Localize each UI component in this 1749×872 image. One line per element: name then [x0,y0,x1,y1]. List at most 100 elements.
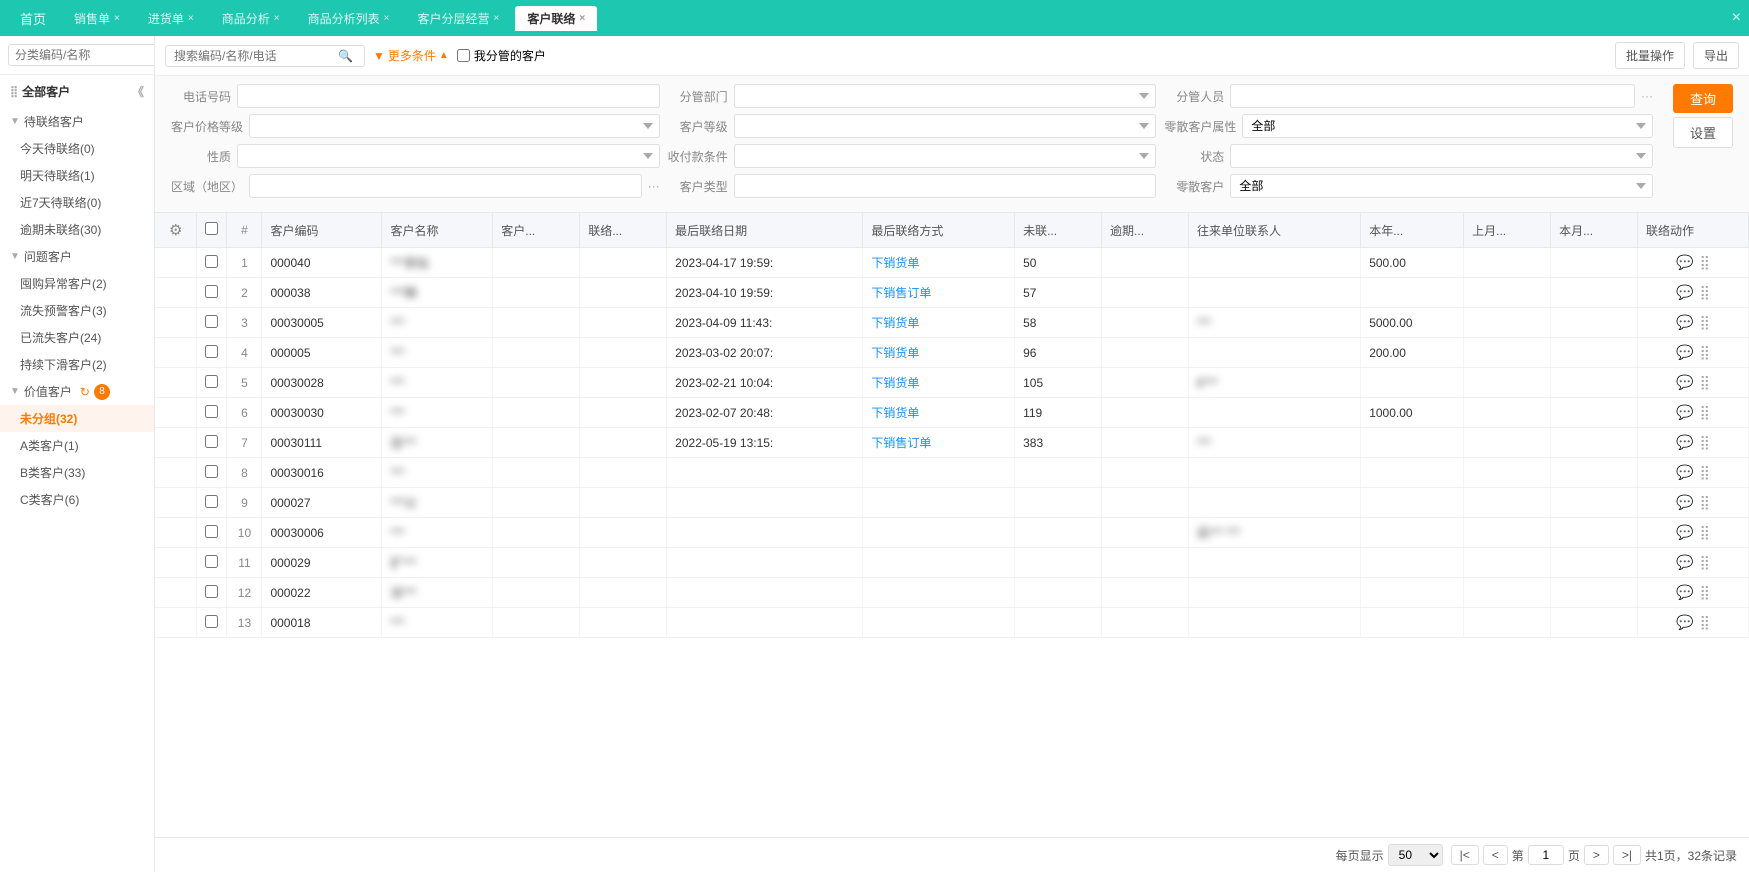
row-checkbox[interactable] [205,585,218,598]
sidebar-problem-customers-group[interactable]: ▼ 问题客户 [0,243,154,270]
my-customers-checkbox[interactable]: 我分管的客户 [457,47,546,64]
td-last-method[interactable]: 下销售订单 [863,428,1015,458]
chat-icon[interactable]: 💬 [1676,554,1693,571]
td-check[interactable] [197,308,227,338]
chat-icon[interactable]: 💬 [1676,404,1693,421]
td-check[interactable] [197,368,227,398]
person-more-icon[interactable]: ··· [1641,89,1653,103]
window-close-button[interactable]: × [1732,9,1741,27]
td-check[interactable] [197,428,227,458]
price-level-select[interactable] [249,114,660,138]
td-check[interactable] [197,398,227,428]
sidebar-item-abnormal[interactable]: 囤购异常客户(2) [0,270,154,297]
grid-action-icon[interactable]: ⣿ [1700,344,1710,361]
td-last-method[interactable] [863,578,1015,608]
payment-select[interactable] [734,144,1157,168]
table-settings-button[interactable]: ⚙ [163,219,188,241]
td-last-method[interactable]: 下销货单 [863,338,1015,368]
grid-action-icon[interactable]: ⣿ [1700,494,1710,511]
sidebar-pending-contact-group[interactable]: ▼ 待联络客户 [0,108,154,135]
th-settings[interactable]: ⚙ [155,213,197,248]
area-input[interactable] [249,174,642,198]
nav-tab-customer-contact[interactable]: 客户联络 × [515,6,597,31]
sidebar-item-7days[interactable]: 近7天待联络(0) [0,189,154,216]
customer-type-input[interactable] [734,174,1157,198]
prev-page-button[interactable]: < [1483,845,1508,865]
row-checkbox[interactable] [205,555,218,568]
td-check[interactable] [197,548,227,578]
td-last-method[interactable]: 下销货单 [863,368,1015,398]
nav-tab-analysis[interactable]: 商品分析 × [210,6,292,31]
sidebar-item-declining[interactable]: 持续下滑客户(2) [0,351,154,378]
nav-home[interactable]: 首页 [8,5,58,32]
reset-button[interactable]: 设置 [1673,117,1733,148]
td-check[interactable] [197,608,227,638]
chat-icon[interactable]: 💬 [1676,344,1693,361]
td-last-method[interactable] [863,518,1015,548]
dept-select[interactable] [734,84,1157,108]
page-input[interactable] [1528,845,1564,865]
grid-action-icon[interactable]: ⣿ [1700,404,1710,421]
filter-search-icon[interactable]: 🔍 [338,49,353,63]
chat-icon[interactable]: 💬 [1676,614,1693,631]
retail-attr-select[interactable]: 全部 [1242,114,1653,138]
status-select[interactable] [1230,144,1653,168]
row-checkbox[interactable] [205,405,218,418]
person-input[interactable] [1230,84,1635,108]
customer-level-select[interactable] [734,114,1157,138]
nav-tab-customer-contact-close[interactable]: × [579,13,585,24]
td-last-method[interactable]: 下销售订单 [863,278,1015,308]
filter-more-conditions[interactable]: ▼ 更多条件 ▲ [373,47,449,64]
td-check[interactable] [197,518,227,548]
sidebar-collapse-icon[interactable]: 《 [132,83,144,100]
filter-search-input[interactable] [174,49,334,63]
last-method-link[interactable]: 下销货单 [871,376,919,390]
nav-tab-analysis-list[interactable]: 商品分析列表 × [296,6,402,31]
chat-icon[interactable]: 💬 [1676,314,1693,331]
grid-action-icon[interactable]: ⣿ [1700,554,1710,571]
grid-action-icon[interactable]: ⣿ [1700,434,1710,451]
sidebar-item-ungroup[interactable]: 未分组(32) [0,405,154,432]
th-check[interactable] [197,213,227,248]
gender-select[interactable] [237,144,660,168]
sidebar-item-class-c[interactable]: C类客户(6) [0,486,154,513]
nav-tab-customer-tier[interactable]: 客户分层经营 × [405,6,511,31]
row-checkbox[interactable] [205,285,218,298]
chat-icon[interactable]: 💬 [1676,464,1693,481]
last-method-link[interactable]: 下销货单 [871,406,919,420]
chat-icon[interactable]: 💬 [1676,434,1693,451]
row-checkbox[interactable] [205,315,218,328]
per-page-select[interactable]: 50 100 200 [1388,844,1443,866]
grid-action-icon[interactable]: ⣿ [1700,374,1710,391]
td-check[interactable] [197,278,227,308]
area-more-icon[interactable]: ··· [648,179,660,193]
retail-customer-select[interactable]: 全部 [1230,174,1653,198]
sidebar-item-churn-warning[interactable]: 流失预警客户(3) [0,297,154,324]
last-method-link[interactable]: 下销售订单 [871,286,931,300]
chat-icon[interactable]: 💬 [1676,524,1693,541]
first-page-button[interactable]: |< [1451,845,1479,865]
td-check[interactable] [197,338,227,368]
row-checkbox[interactable] [205,465,218,478]
export-button[interactable]: 导出 [1693,42,1739,69]
sidebar-all-customers[interactable]: ⣿ 全部客户 《 [0,75,154,108]
grid-action-icon[interactable]: ⣿ [1700,584,1710,601]
sidebar-item-churned[interactable]: 已流失客户(24) [0,324,154,351]
sidebar-item-today[interactable]: 今天待联络(0) [0,135,154,162]
nav-tab-purchase[interactable]: 进货单 × [136,6,206,31]
td-last-method[interactable]: 下销货单 [863,398,1015,428]
phone-input[interactable] [237,84,660,108]
my-customers-check-input[interactable] [457,49,470,62]
nav-tab-sales[interactable]: 销售单 × [62,6,132,31]
row-checkbox[interactable] [205,375,218,388]
td-last-method[interactable] [863,608,1015,638]
grid-action-icon[interactable]: ⣿ [1700,314,1710,331]
sidebar-value-customers-group[interactable]: ▼ 价值客户 ↻ 8 [0,378,154,405]
td-last-method[interactable] [863,548,1015,578]
last-method-link[interactable]: 下销货单 [871,316,919,330]
td-check[interactable] [197,248,227,278]
chat-icon[interactable]: 💬 [1676,254,1693,271]
last-method-link[interactable]: 下销货单 [871,346,919,360]
chat-icon[interactable]: 💬 [1676,584,1693,601]
last-method-link[interactable]: 下销货单 [871,256,919,270]
